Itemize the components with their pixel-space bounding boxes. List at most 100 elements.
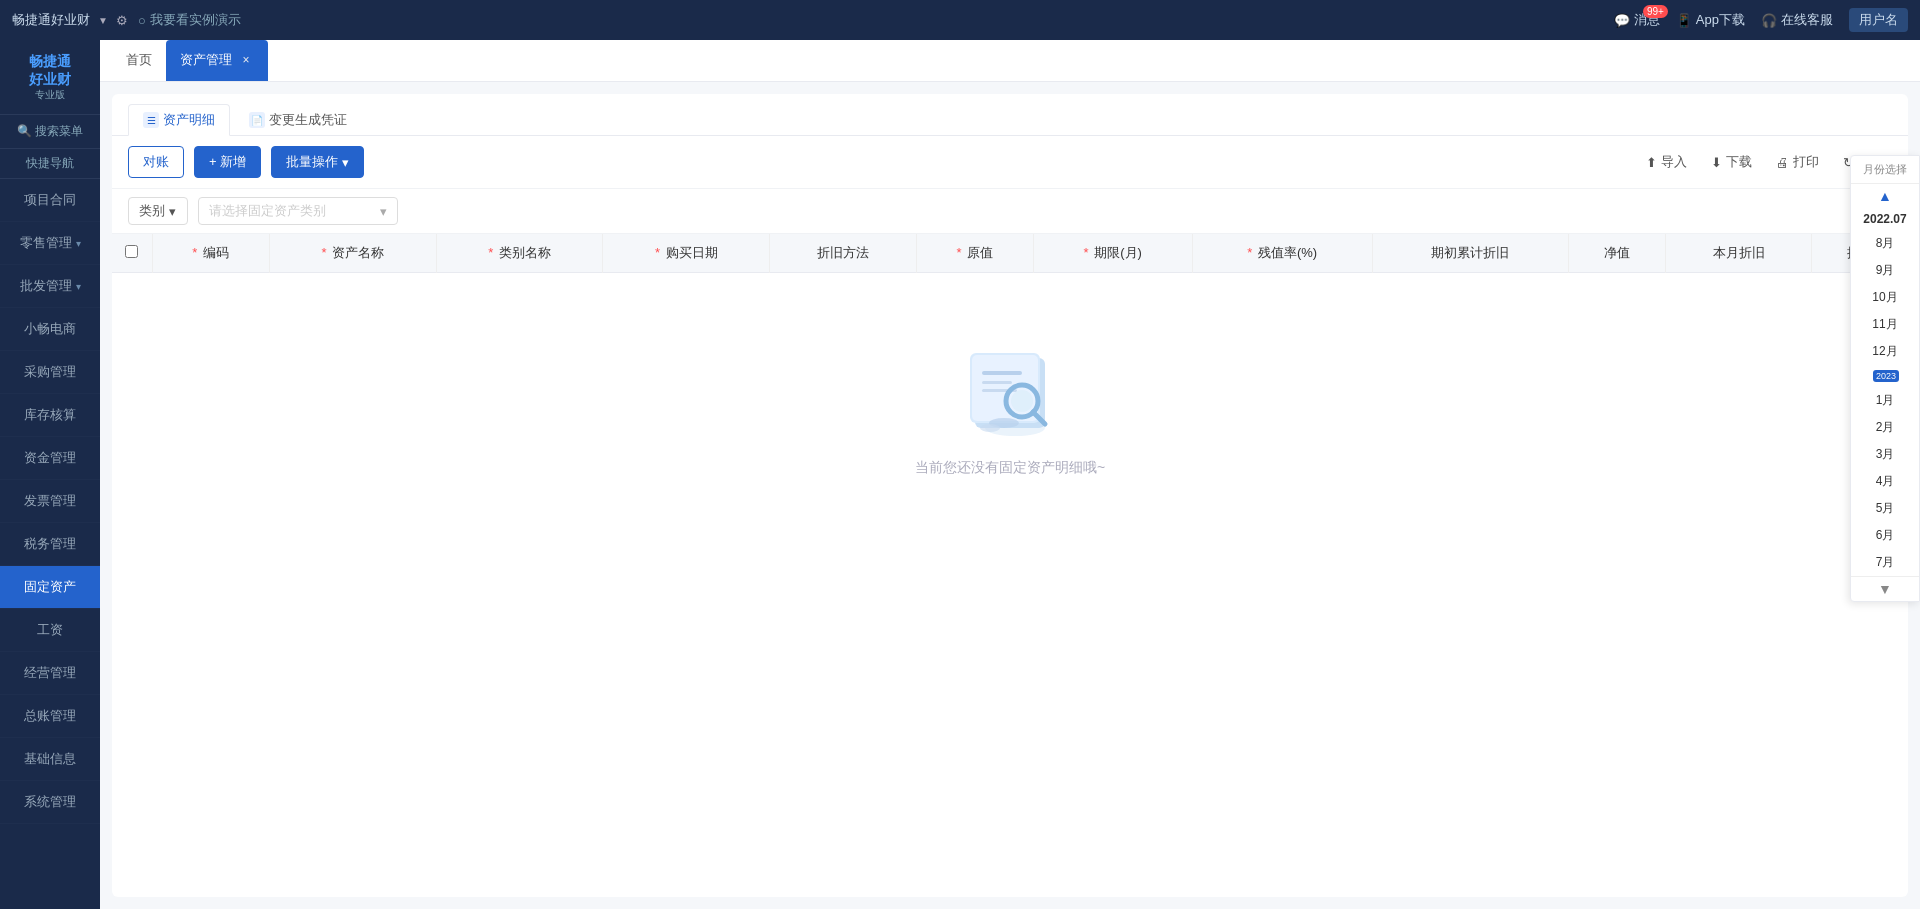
online-service-button[interactable]: 🎧 在线客服 [1761, 11, 1833, 29]
th-original-value-label: 原值 [967, 245, 993, 260]
th-accumulated-depreciation-label: 期初累计折旧 [1431, 245, 1509, 260]
th-purchase-date-label: 购买日期 [666, 245, 718, 260]
message-button[interactable]: 💬 消息 99+ [1614, 11, 1660, 29]
month-panel: 月份选择 ▲ 2022.07 8月 9月 10月 11月 12月 2023 1月… [1850, 155, 1920, 602]
th-category: * 类别名称 [436, 234, 603, 273]
sidebar-item-capital[interactable]: 资金管理 [0, 437, 100, 480]
category-filter-select[interactable]: 类别 ▾ [128, 197, 188, 225]
month-item-7[interactable]: 7月 [1851, 549, 1919, 576]
tab-asset-management-label: 资产管理 [180, 51, 232, 69]
category-filter-label: 类别 [139, 202, 165, 220]
sidebar-item-wholesale[interactable]: 批发管理 ▾ [0, 265, 100, 308]
add-button[interactable]: + 新增 [194, 146, 261, 178]
demo-label: 我要看实例演示 [150, 11, 241, 29]
sidebar-search[interactable]: 🔍 搜索菜单 [0, 115, 100, 149]
sidebar-item-purchase[interactable]: 采购管理 [0, 351, 100, 394]
month-panel-down-btn[interactable]: ▼ [1878, 581, 1892, 597]
month-item-5[interactable]: 5月 [1851, 495, 1919, 522]
sidebar-item-basic-info[interactable]: 基础信息 [0, 738, 100, 781]
sidebar-item-ecommerce[interactable]: 小畅电商 [0, 308, 100, 351]
th-code: * 编码 [152, 234, 269, 273]
month-panel-title: 月份选择 [1851, 156, 1919, 184]
sidebar-item-invoice[interactable]: 发票管理 [0, 480, 100, 523]
download-button[interactable]: ⬇ 下载 [1703, 149, 1760, 175]
month-item-6[interactable]: 6月 [1851, 522, 1919, 549]
company-name: 畅捷通好业财 [12, 11, 90, 29]
th-period-label: 期限(月) [1094, 245, 1142, 260]
tab-home[interactable]: 首页 [112, 40, 166, 81]
sidebar-quick-nav[interactable]: 快捷导航 [0, 149, 100, 179]
sidebar-item-label: 零售管理 [20, 234, 72, 252]
demo-link[interactable]: ○ 我要看实例演示 [138, 11, 241, 29]
month-item-1[interactable]: 1月 [1851, 387, 1919, 414]
sidebar-item-project[interactable]: 项目合同 [0, 179, 100, 222]
month-item-12[interactable]: 12月 [1851, 338, 1919, 365]
sidebar-item-label: 小畅电商 [24, 320, 76, 338]
required-mark: * [956, 245, 961, 260]
required-mark: * [1247, 245, 1252, 260]
sidebar-item-label: 资金管理 [24, 449, 76, 467]
subtab-change-voucher[interactable]: 📄 变更生成凭证 [234, 104, 362, 135]
sidebar-item-retail[interactable]: 零售管理 ▾ [0, 222, 100, 265]
month-item-10[interactable]: 10月 [1851, 284, 1919, 311]
import-icon: ⬆ [1646, 155, 1657, 170]
reconcile-button[interactable]: 对账 [128, 146, 184, 178]
sidebar-item-label: 经营管理 [24, 664, 76, 682]
settings-icon[interactable]: ⚙ [116, 13, 128, 28]
content-area: 首页 资产管理 × ☰ 资产明细 📄 变更生成凭证 [100, 40, 1920, 909]
svg-point-11 [980, 424, 1000, 432]
month-panel-up-btn[interactable]: ▲ [1874, 186, 1896, 206]
th-name-label: 资产名称 [332, 245, 384, 260]
doc-icon: 📄 [249, 112, 265, 128]
sidebar-item-label: 基础信息 [24, 750, 76, 768]
chevron-down-icon: ▾ [76, 238, 81, 249]
sidebar-item-label: 固定资产 [24, 578, 76, 596]
select-all-checkbox[interactable] [125, 245, 138, 258]
tab-asset-management[interactable]: 资产管理 × [166, 40, 268, 81]
sidebar-item-inventory[interactable]: 库存核算 [0, 394, 100, 437]
th-code-label: 编码 [203, 245, 229, 260]
empty-illustration [950, 333, 1070, 443]
import-button[interactable]: ⬆ 导入 [1638, 149, 1695, 175]
headset-icon: 🎧 [1761, 13, 1777, 28]
svg-rect-4 [982, 371, 1022, 375]
category-input-placeholder: 请选择固定资产类别 [209, 202, 326, 220]
print-button[interactable]: 🖨 打印 [1768, 149, 1827, 175]
month-item-11[interactable]: 11月 [1851, 311, 1919, 338]
month-item-2[interactable]: 2月 [1851, 414, 1919, 441]
th-residual-rate: * 残值率(%) [1192, 234, 1373, 273]
category-filter-input[interactable]: 请选择固定资产类别 ▾ [198, 197, 398, 225]
month-panel-nav: ▲ [1851, 184, 1919, 208]
month-item-8[interactable]: 8月 [1851, 230, 1919, 257]
batch-button[interactable]: 批量操作 ▾ [271, 146, 364, 178]
month-item-2023-badge: 2023 [1851, 365, 1919, 387]
company-dropdown-icon[interactable]: ▼ [98, 15, 108, 26]
download-label: 下载 [1726, 153, 1752, 171]
app-download-button[interactable]: 📱 App下载 [1676, 11, 1745, 29]
month-panel-year: 2022.07 [1851, 208, 1919, 230]
app-edition: 专业版 [8, 88, 92, 102]
th-original-value: * 原值 [916, 234, 1033, 273]
tab-close-button[interactable]: × [238, 52, 254, 68]
month-item-3[interactable]: 3月 [1851, 441, 1919, 468]
sidebar-item-label: 工资 [37, 621, 63, 639]
download-icon: ⬇ [1711, 155, 1722, 170]
th-purchase-date: * 购买日期 [603, 234, 770, 273]
month-item-9[interactable]: 9月 [1851, 257, 1919, 284]
table-area: * 编码 * 资产名称 * 类别名称 [112, 234, 1908, 897]
sidebar-item-tax[interactable]: 税务管理 [0, 523, 100, 566]
month-item-4[interactable]: 4月 [1851, 468, 1919, 495]
th-monthly-depreciation: 本月折旧 [1665, 234, 1811, 273]
phone-icon: 📱 [1676, 13, 1692, 28]
sidebar-item-ledger[interactable]: 总账管理 [0, 695, 100, 738]
sidebar-item-fixed-assets[interactable]: 固定资产 [0, 566, 100, 609]
app-download-label: App下载 [1696, 11, 1745, 29]
required-mark: * [488, 245, 493, 260]
tab-home-label: 首页 [126, 51, 152, 69]
user-avatar[interactable]: 用户名 [1849, 8, 1908, 32]
subtab-asset-detail[interactable]: ☰ 资产明细 [128, 104, 230, 136]
sidebar-item-system[interactable]: 系统管理 [0, 781, 100, 824]
sidebar-item-operation[interactable]: 经营管理 [0, 652, 100, 695]
sidebar-item-salary[interactable]: 工资 [0, 609, 100, 652]
print-label: 打印 [1793, 153, 1819, 171]
